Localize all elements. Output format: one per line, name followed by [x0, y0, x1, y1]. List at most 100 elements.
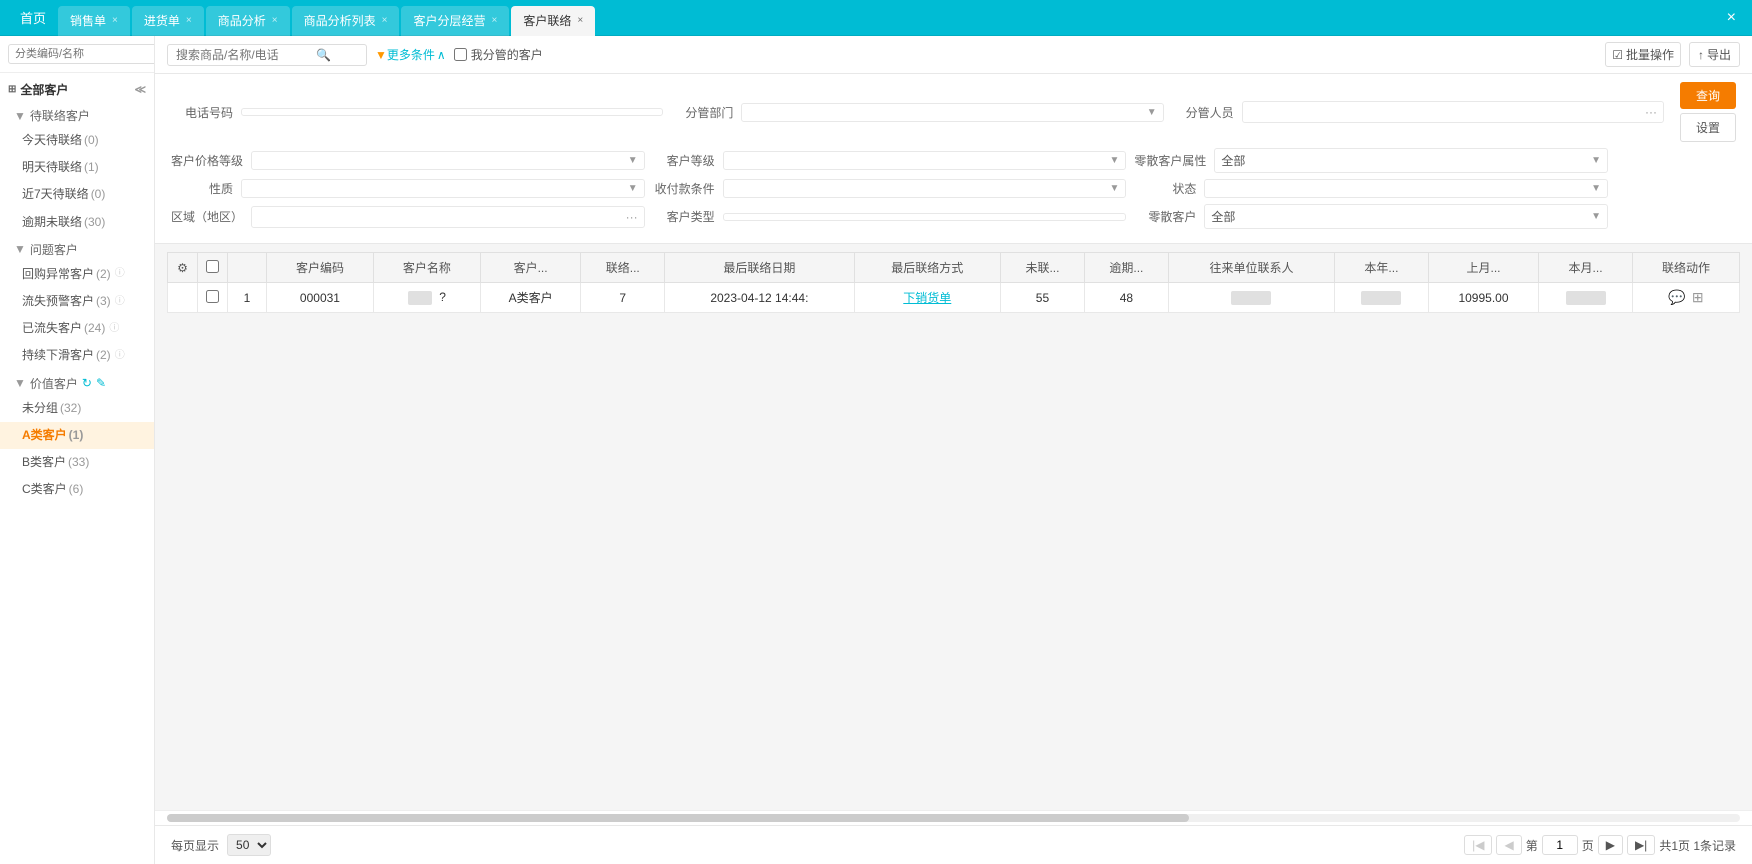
- filter-region: 区域（地区） ···: [171, 206, 645, 228]
- retail-attr-select[interactable]: 全部 ▼: [1214, 148, 1608, 173]
- close-tab-analysis-list[interactable]: ×: [382, 15, 388, 26]
- prev-page-btn[interactable]: ◀: [1496, 835, 1521, 855]
- my-customers-filter[interactable]: 我分管的客户: [454, 46, 543, 63]
- h-scrollbar-thumb[interactable]: [167, 814, 1189, 822]
- row-unit-contact: [1168, 283, 1334, 313]
- page-input[interactable]: [1542, 835, 1578, 855]
- filter-customer-level: 客户等级 ▼: [653, 151, 1127, 170]
- filter-search-box[interactable]: 🔍: [167, 44, 367, 66]
- manager-dots[interactable]: ···: [1645, 105, 1657, 119]
- col-name[interactable]: 客户名称: [373, 253, 480, 283]
- customer-level-select[interactable]: ▼: [723, 151, 1127, 170]
- next-page-btn[interactable]: ▶: [1598, 835, 1623, 855]
- first-page-btn[interactable]: |◀: [1464, 835, 1492, 855]
- status-select[interactable]: ▼: [1204, 179, 1608, 198]
- nature-select[interactable]: ▼: [241, 179, 645, 198]
- collapse-icon[interactable]: ≪: [134, 83, 146, 96]
- nav-tab-purchase[interactable]: 进货单 ×: [132, 6, 204, 36]
- chat-action-icon[interactable]: 💬: [1668, 289, 1685, 306]
- page-end-label: 页: [1582, 837, 1594, 854]
- sidebar-item-7days[interactable]: 近7天待联络 (0): [0, 181, 154, 208]
- col-checkbox[interactable]: [198, 253, 228, 283]
- nav-tab-sales[interactable]: 销售单 ×: [58, 6, 130, 36]
- filter-search-input[interactable]: [176, 48, 316, 62]
- nav-tab-analysis-list[interactable]: 商品分析列表 ×: [292, 6, 400, 36]
- close-tab-sales[interactable]: ×: [112, 15, 118, 26]
- close-tab-customer-contact[interactable]: ×: [577, 15, 583, 26]
- region-input[interactable]: ···: [251, 206, 645, 228]
- nav-tab-customer-tier[interactable]: 客户分层经营 ×: [401, 6, 509, 36]
- col-unit-contact[interactable]: 往来单位联系人: [1168, 253, 1334, 283]
- col-no-contact[interactable]: 未联...: [1001, 253, 1085, 283]
- table-footer: 每页显示 50 |◀ ◀ 第 页 ▶ ▶| 共1页 1条记录: [155, 825, 1752, 864]
- close-tab-analysis[interactable]: ×: [272, 15, 278, 26]
- sidebar-item-a-class[interactable]: A类客户 (1): [0, 422, 154, 449]
- dept-chevron: ▼: [1147, 107, 1157, 118]
- payment-select[interactable]: ▼: [723, 179, 1127, 198]
- sidebar-item-overdue[interactable]: 逾期未联络 (30): [0, 209, 154, 236]
- settings-action-button[interactable]: 设置: [1680, 113, 1736, 142]
- dept-select[interactable]: ▼: [741, 103, 1163, 122]
- sidebar-item-tomorrow[interactable]: 明天待联络 (1): [0, 154, 154, 181]
- row-last-contact-method[interactable]: 下销货单: [854, 283, 1000, 313]
- manager-input[interactable]: ···: [1242, 101, 1664, 123]
- sidebar-search-area: 🔍: [0, 36, 154, 73]
- close-tab-purchase[interactable]: ×: [186, 15, 192, 26]
- grid-action-icon[interactable]: ⊞: [1692, 289, 1704, 306]
- nav-tab-customer-contact[interactable]: 客户联络 ×: [511, 6, 595, 36]
- filter-phone: 电话号码: [171, 104, 663, 121]
- my-customers-checkbox[interactable]: [454, 48, 467, 61]
- select-all-checkbox[interactable]: [206, 260, 219, 273]
- sidebar-item-c-class[interactable]: C类客户 (6): [0, 476, 154, 503]
- batch-ops-btn[interactable]: ☑ 批量操作: [1605, 42, 1681, 67]
- col-settings[interactable]: ⚙: [168, 253, 198, 283]
- filter-search-icon[interactable]: 🔍: [316, 48, 331, 62]
- sidebar-all-customers-header[interactable]: ⊞ 全部客户 ≪: [0, 73, 154, 102]
- close-all-tabs[interactable]: ×: [1719, 9, 1744, 27]
- per-page-select[interactable]: 50: [227, 834, 271, 856]
- sidebar-group-problem[interactable]: ▼ 问题客户: [0, 236, 154, 261]
- customer-type-input[interactable]: [723, 213, 1127, 221]
- nav-home[interactable]: 首页: [8, 0, 58, 36]
- col-last-contact-date[interactable]: 最后联络日期: [665, 253, 854, 283]
- sidebar-item-churned[interactable]: 已流失客户 (24) ⓘ: [0, 315, 154, 342]
- price-level-select[interactable]: ▼: [251, 151, 645, 170]
- sidebar-item-today[interactable]: 今天待联络 (0): [0, 127, 154, 154]
- filter-more-btn[interactable]: ▼ 更多条件 ∧: [375, 46, 446, 63]
- col-last-contact-method[interactable]: 最后联络方式: [854, 253, 1000, 283]
- h-scrollbar-track[interactable]: [167, 814, 1740, 822]
- col-this-year[interactable]: 本年...: [1335, 253, 1429, 283]
- nature-chevron: ▼: [628, 183, 638, 194]
- close-tab-customer-tier[interactable]: ×: [491, 15, 497, 26]
- row-customer-type: A类客户: [480, 283, 580, 313]
- sidebar-search-input[interactable]: [8, 44, 155, 64]
- row-checkbox-cell[interactable]: [198, 283, 228, 313]
- col-customer-type[interactable]: 客户...: [480, 253, 580, 283]
- query-button[interactable]: 查询: [1680, 82, 1736, 109]
- nav-tab-analysis[interactable]: 商品分析 ×: [206, 6, 290, 36]
- sidebar-group-pending[interactable]: ▼ 待联络客户: [0, 102, 154, 127]
- info-icon-4: ⓘ: [115, 348, 125, 364]
- last-page-btn[interactable]: ▶|: [1627, 835, 1655, 855]
- sidebar-item-unclassified[interactable]: 未分组 (32): [0, 395, 154, 422]
- export-btn[interactable]: ↑ 导出: [1689, 42, 1740, 67]
- edit-icon[interactable]: ✎: [96, 376, 106, 390]
- col-this-month[interactable]: 本月...: [1539, 253, 1633, 283]
- retail-customer-select[interactable]: 全部 ▼: [1204, 204, 1608, 229]
- col-resize[interactable]: [369, 253, 373, 282]
- refresh-icon[interactable]: ↻: [82, 376, 92, 390]
- info-icon-1: ⓘ: [115, 266, 125, 282]
- col-contacts[interactable]: 联络...: [581, 253, 665, 283]
- col-last-month[interactable]: 上月...: [1428, 253, 1538, 283]
- sidebar-item-declining[interactable]: 持续下滑客户 (2) ⓘ: [0, 342, 154, 369]
- col-code[interactable]: 客户编码: [266, 253, 373, 283]
- sidebar-item-b-class[interactable]: B类客户 (33): [0, 449, 154, 476]
- row-checkbox[interactable]: [206, 290, 219, 303]
- sidebar-group-value[interactable]: ▼ 价值客户 ↻ ✎: [0, 370, 154, 395]
- phone-input[interactable]: [241, 108, 663, 116]
- sidebar-item-churn-warning[interactable]: 流失预警客户 (3) ⓘ: [0, 288, 154, 315]
- col-overdue[interactable]: 逾期...: [1084, 253, 1168, 283]
- filter-payment: 收付款条件 ▼: [653, 179, 1127, 198]
- region-dots[interactable]: ···: [626, 210, 638, 224]
- sidebar-item-repurchase-abnormal[interactable]: 回购异常客户 (2) ⓘ: [0, 261, 154, 288]
